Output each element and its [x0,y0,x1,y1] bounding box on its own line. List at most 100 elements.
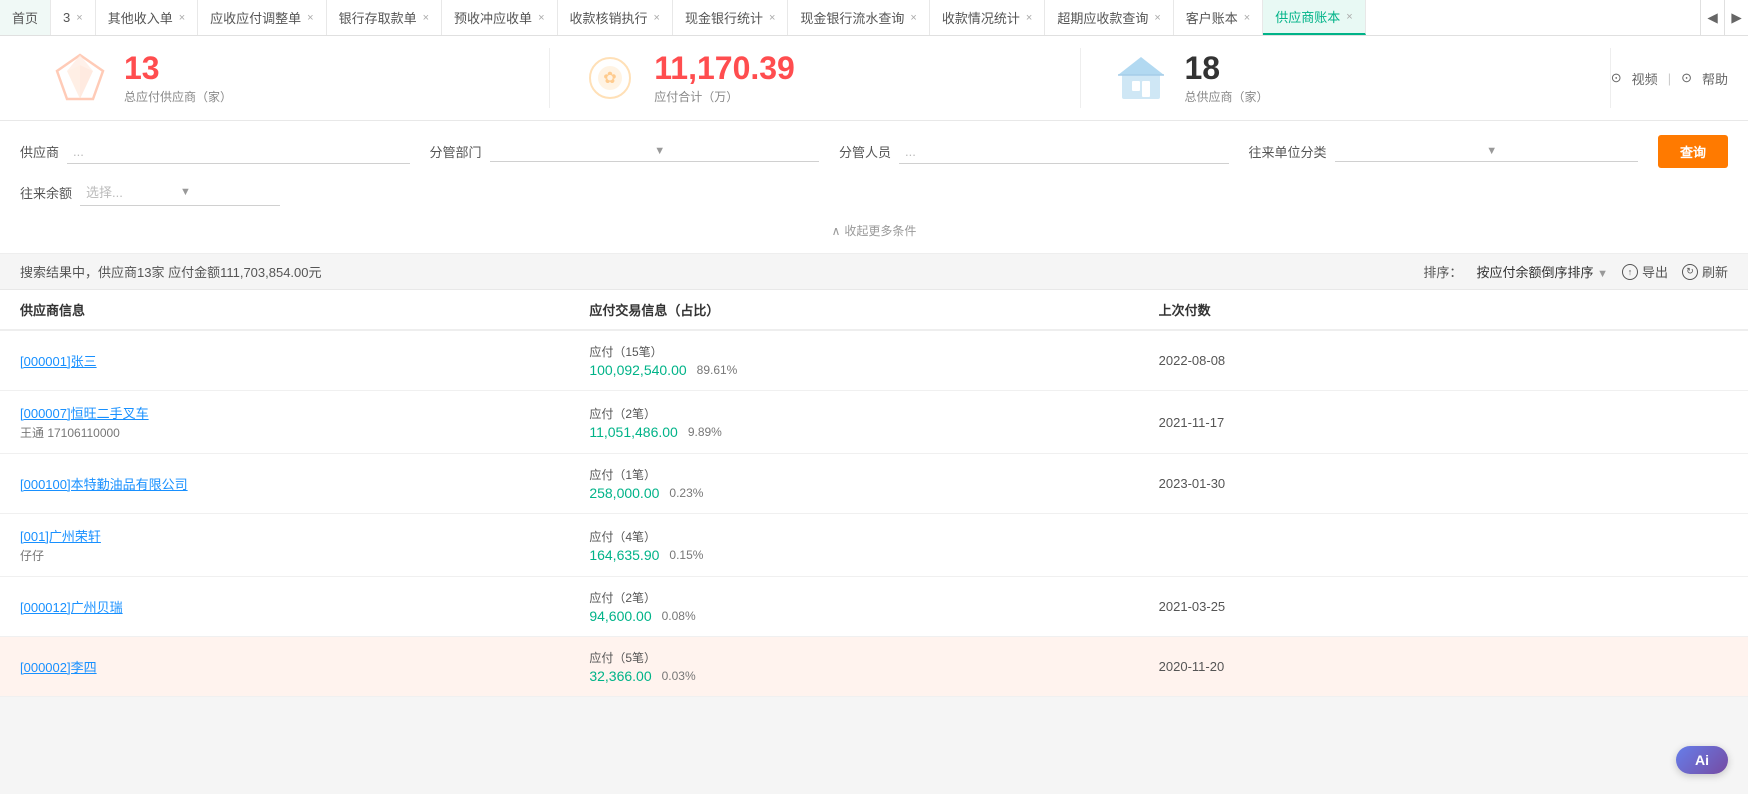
trade-pct-1: 89.61% [697,363,738,377]
export-btn[interactable]: ↑ 导出 [1622,262,1668,281]
nav-tab-cash-bank-flow-close[interactable]: × [910,12,916,24]
stat-top-right: ⊙ 视频 | ⊙ 帮助 [1611,69,1728,88]
trade-row-1: 100,092,540.00 89.61% [589,362,1158,378]
lastpay-cell-1: 2022-08-08 [1159,353,1728,368]
sort-value-btn[interactable]: 按应付余额倒序排序 ▼ [1476,262,1608,281]
dept-dropdown-arrow: ▼ [654,145,813,157]
nav-tab-customer-ledger[interactable]: 客户账本 × [1174,0,1263,35]
refresh-icon: ↻ [1682,264,1698,280]
payable-amount-value: 11,170.39 [654,51,795,86]
nav-tab-3-close[interactable]: × [76,12,82,24]
query-button[interactable]: 查询 [1658,135,1728,168]
nav-tab-supplier-ledger-close[interactable]: × [1346,11,1352,23]
payable-amount-label: 应付合计（万） [654,88,795,105]
nav-tab-home[interactable]: 首页 [0,0,51,35]
col-header-trade: 应付交易信息（占比） [589,300,1158,319]
supplier-cell-6: [000002]李四 [20,657,589,676]
dept-filter: 分管部门 ▼ [430,141,820,162]
trade-amount-4: 164,635.90 [589,547,659,563]
supplier-cell-3: [000100]本特勤油品有限公司 [20,474,589,493]
ai-button[interactable]: Ai [1676,746,1728,774]
nav-tab-cash-bank-stat-label: 现金银行统计 [685,8,763,27]
nav-tab-adjustment-close[interactable]: × [307,12,313,24]
balance-dropdown-arrow: ▼ [180,186,274,198]
trade-amount-6: 32,366.00 [589,668,651,684]
stat-total-suppliers-info: 18 总供应商（家） [1185,51,1269,105]
nav-tab-advance-receipt[interactable]: 预收冲应收单 × [442,0,557,35]
supplier-link-6[interactable]: [000002]李四 [20,657,589,676]
stat-payable-amount-info: 11,170.39 应付合计（万） [654,51,795,105]
nav-next-btn[interactable]: ▶ [1724,0,1748,36]
nav-tab-supplier-ledger[interactable]: 供应商账本 × [1263,0,1365,35]
nav-tab-bank-deposit[interactable]: 银行存取款单 × [327,0,442,35]
supplier-link-2[interactable]: [000007]恒旺二手叉车 [20,403,589,422]
nav-tab-advance-receipt-close[interactable]: × [538,12,544,24]
nav-tab-receipt-exec-label: 收款核销执行 [570,8,648,27]
stat-total-suppliers: 18 总供应商（家） [1081,48,1611,108]
nav-prev-btn[interactable]: ◀ [1700,0,1724,36]
supplier-cell-5: [000012]广州贝瑞 [20,597,589,616]
collapse-label: 收起更多条件 [844,222,916,239]
nav-tab-overdue-query[interactable]: 超期应收款查询 × [1045,0,1173,35]
supplier-cell-2: [000007]恒旺二手叉车 王通 17106110000 [20,403,589,441]
trade-pct-3: 0.23% [669,486,703,500]
table-row: [000002]李四 应付（5笔） 32,366.00 0.03% 2020-1… [0,637,1748,697]
last-pay-3: 2023-01-30 [1159,476,1226,491]
nav-tab-cash-bank-stat-close[interactable]: × [769,12,775,24]
nav-tab-adjustment[interactable]: 应收应付调整单 × [198,0,326,35]
nav-tab-receipt-exec[interactable]: 收款核销执行 × [558,0,673,35]
nav-tab-other-income[interactable]: 其他收入单 × [96,0,198,35]
lastpay-cell-6: 2020-11-20 [1159,659,1728,674]
results-bar: 搜索结果中，供应商13家 应付金额111,703,854.00元 排序： 按应付… [0,254,1748,290]
table-header: 供应商信息 应付交易信息（占比） 上次付数 [0,290,1748,331]
supplier-link-5[interactable]: [000012]广州贝瑞 [20,597,589,616]
nav-tab-cash-bank-stat[interactable]: 现金银行统计 × [673,0,788,35]
balance-select[interactable]: 选择... ▼ [80,178,280,206]
help-link[interactable]: 帮助 [1702,69,1728,88]
refresh-btn[interactable]: ↻ 刷新 [1682,262,1728,281]
video-link[interactable]: 视频 [1632,69,1658,88]
balance-filter-label: 往来余额 [20,183,72,202]
dept-select[interactable]: ▼ [490,141,819,162]
nav-tab-3[interactable]: 3 × [51,0,96,35]
table-row: [000012]广州贝瑞 应付（2笔） 94,600.00 0.08% 2021… [0,577,1748,637]
trade-amount-2: 11,051,486.00 [589,424,678,440]
nav-tab-advance-receipt-label: 预收冲应收单 [454,8,532,27]
nav-tab-receipt-exec-close[interactable]: × [654,12,660,24]
category-select[interactable]: ▼ [1335,141,1638,162]
nav-tab-cash-bank-flow[interactable]: 现金银行流水查询 × [788,0,929,35]
nav-tab-other-income-close[interactable]: × [179,12,185,24]
nav-tab-overdue-query-label: 超期应收款查询 [1057,8,1148,27]
table-row: [000100]本特勤油品有限公司 应付（1笔） 258,000.00 0.23… [0,454,1748,514]
total-suppliers-label: 总供应商（家） [1185,88,1269,105]
nav-tab-3-label: 3 [63,10,70,25]
total-suppliers-count: 18 [1185,51,1269,86]
supplier-link-1[interactable]: [000001]张三 [20,351,589,370]
nav-tab-other-income-label: 其他收入单 [108,8,173,27]
ai-button-label: Ai [1695,752,1709,768]
lastpay-cell-5: 2021-03-25 [1159,599,1728,614]
nav-tab-bank-deposit-close[interactable]: × [423,12,429,24]
dept-filter-label: 分管部门 [430,142,482,161]
supplier-link-3[interactable]: [000100]本特勤油品有限公司 [20,474,589,493]
supplier-input[interactable] [67,140,409,164]
nav-tab-cash-bank-flow-label: 现金银行流水查询 [800,8,904,27]
trade-label-4: 应付（4笔） [589,528,1158,545]
supplier-link-4[interactable]: [001]广州荣轩 [20,526,589,545]
nav-tab-overdue-query-close[interactable]: × [1154,12,1160,24]
table-row: [000007]恒旺二手叉车 王通 17106110000 应付（2笔） 11,… [0,391,1748,454]
person-input[interactable] [899,140,1228,164]
trade-row-4: 164,635.90 0.15% [589,547,1158,563]
export-icon: ↑ [1622,264,1638,280]
payable-suppliers-label: 总应付供应商（家） [124,88,232,105]
nav-tab-customer-ledger-close[interactable]: × [1244,12,1250,24]
trade-cell-3: 应付（1笔） 258,000.00 0.23% [589,466,1158,501]
nav-tab-receipt-stat[interactable]: 收款情况统计 × [930,0,1045,35]
trade-row-6: 32,366.00 0.03% [589,668,1158,684]
nav-tab-receipt-stat-close[interactable]: × [1026,12,1032,24]
collapse-bar[interactable]: ∧ 收起更多条件 [20,216,1728,245]
refresh-label: 刷新 [1702,262,1728,281]
category-filter: 往来单位分类 ▼ [1249,141,1639,162]
store-icon [1111,48,1171,108]
trade-cell-1: 应付（15笔） 100,092,540.00 89.61% [589,343,1158,378]
